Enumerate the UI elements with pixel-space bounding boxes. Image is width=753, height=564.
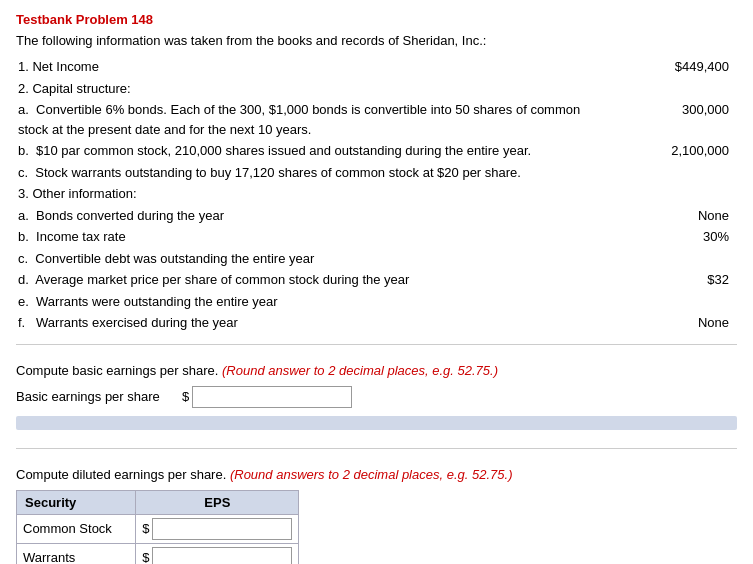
diluted-eps-section: Compute diluted earnings per share. (Rou… [16,459,737,565]
common-stock-dollar: $ [142,521,149,536]
other-item-b-row: b. Income tax rate 30% [16,226,737,248]
capital-structure-label: 2. Capital structure: [16,78,593,100]
other-item-b-label: b. Income tax rate [16,226,593,248]
basic-eps-input[interactable] [192,386,352,408]
info-table: 1. Net Income $449,400 2. Capital struct… [16,56,737,334]
net-income-row: 1. Net Income $449,400 [16,56,737,78]
other-info-header-row: 3. Other information: [16,183,737,205]
other-item-d-value: $32 [593,269,737,291]
net-income-label: 1. Net Income [16,56,593,78]
basic-eps-input-row: Basic earnings per share $ [16,386,737,408]
warrants-input[interactable] [152,547,292,565]
capital-structure-header-row: 2. Capital structure: [16,78,737,100]
basic-eps-section: Compute basic earnings per share. (Round… [16,355,737,438]
capital-item-b-label: b. $10 par common stock, 210,000 shares … [16,140,593,162]
other-item-a-row: a. Bonds converted during the year None [16,205,737,227]
warrants-input-cell: $ [136,543,299,564]
capital-item-b-value: 2,100,000 [593,140,737,162]
eps-header: EPS [136,490,299,514]
capital-item-c-row: c. Stock warrants outstanding to buy 17,… [16,162,737,184]
other-item-f-label: f. Warrants exercised during the year [16,312,593,334]
other-item-e-label: e. Warrants were outstanding the entire … [16,291,593,313]
other-item-e-row: e. Warrants were outstanding the entire … [16,291,737,313]
progress-bar [16,416,737,430]
diluted-eps-compute-label: Compute diluted earnings per share. (Rou… [16,467,737,482]
basic-eps-field-label: Basic earnings per share [16,389,176,404]
other-item-c-label: c. Convertible debt was outstanding the … [16,248,593,270]
common-stock-input[interactable] [152,518,292,540]
other-item-a-label: a. Bonds converted during the year [16,205,593,227]
other-item-f-row: f. Warrants exercised during the year No… [16,312,737,334]
common-stock-row: Common Stock $ [17,514,299,543]
warrants-label: Warrants [17,543,136,564]
common-stock-input-cell: $ [136,514,299,543]
security-header: Security [17,490,136,514]
net-income-value: $449,400 [593,56,737,78]
intro-text: The following information was taken from… [16,33,737,48]
divider-1 [16,344,737,345]
common-stock-label: Common Stock [17,514,136,543]
capital-item-a-value: 300,000 [593,99,737,140]
capital-item-c-label: c. Stock warrants outstanding to buy 17,… [16,162,593,184]
capital-item-a-label: a. Convertible 6% bonds. Each of the 300… [16,99,593,140]
security-table-header-row: Security EPS [17,490,299,514]
other-item-c-row: c. Convertible debt was outstanding the … [16,248,737,270]
other-item-a-value: None [593,205,737,227]
other-item-d-label: d. Average market price per share of com… [16,269,593,291]
warrants-row: Warrants $ [17,543,299,564]
basic-eps-compute-label: Compute basic earnings per share. (Round… [16,363,737,378]
other-item-f-value: None [593,312,737,334]
capital-item-b-row: b. $10 par common stock, 210,000 shares … [16,140,737,162]
other-info-label: 3. Other information: [16,183,593,205]
security-table: Security EPS Common Stock $ [16,490,299,565]
other-item-d-row: d. Average market price per share of com… [16,269,737,291]
basic-eps-dollar: $ [182,389,189,404]
divider-2 [16,448,737,449]
warrants-dollar: $ [142,550,149,564]
problem-title: Testbank Problem 148 [16,12,737,27]
capital-item-a-row: a. Convertible 6% bonds. Each of the 300… [16,99,737,140]
other-item-b-value: 30% [593,226,737,248]
